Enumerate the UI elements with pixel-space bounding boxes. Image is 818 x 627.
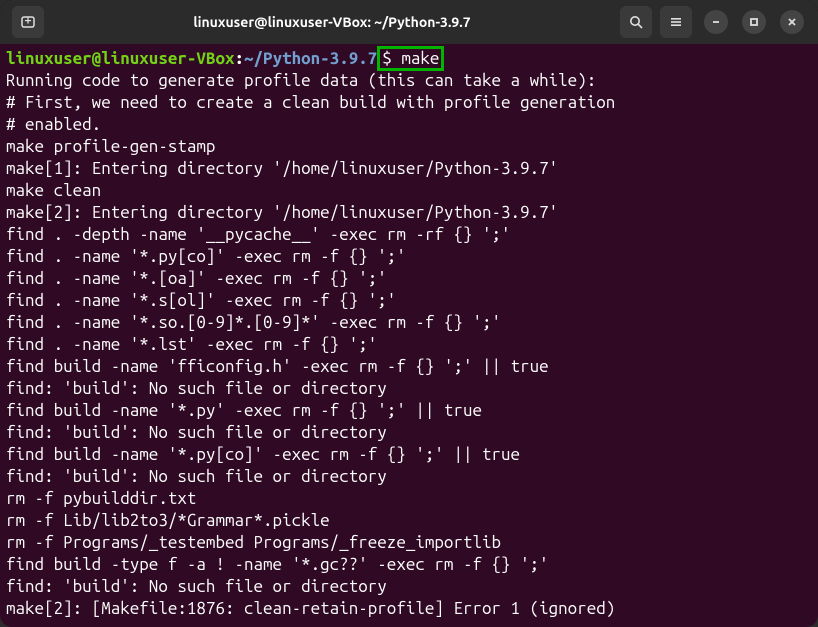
maximize-button[interactable] — [742, 10, 766, 34]
prompt-user-host: linuxuser@linuxuser-VBox — [6, 49, 234, 68]
command-highlight: $ make — [377, 46, 444, 71]
terminal-output: Running code to generate profile data (t… — [6, 71, 615, 618]
minimize-button[interactable] — [704, 10, 728, 34]
window-controls — [704, 10, 804, 34]
terminal-body[interactable]: linuxuser@linuxuser-VBox:~/Python-3.9.7$… — [0, 44, 818, 627]
menu-button[interactable] — [660, 6, 692, 38]
close-button[interactable] — [780, 10, 804, 34]
new-tab-button[interactable] — [12, 6, 44, 38]
titlebar: linuxuser@linuxuser-VBox: ~/Python-3.9.7 — [0, 0, 818, 44]
prompt-colon: : — [234, 49, 244, 68]
prompt-path: ~/Python-3.9.7 — [244, 49, 377, 68]
window-title: linuxuser@linuxuser-VBox: ~/Python-3.9.7 — [48, 14, 616, 30]
terminal-window: linuxuser@linuxuser-VBox: ~/Python-3.9.7… — [0, 0, 818, 627]
search-button[interactable] — [620, 6, 652, 38]
